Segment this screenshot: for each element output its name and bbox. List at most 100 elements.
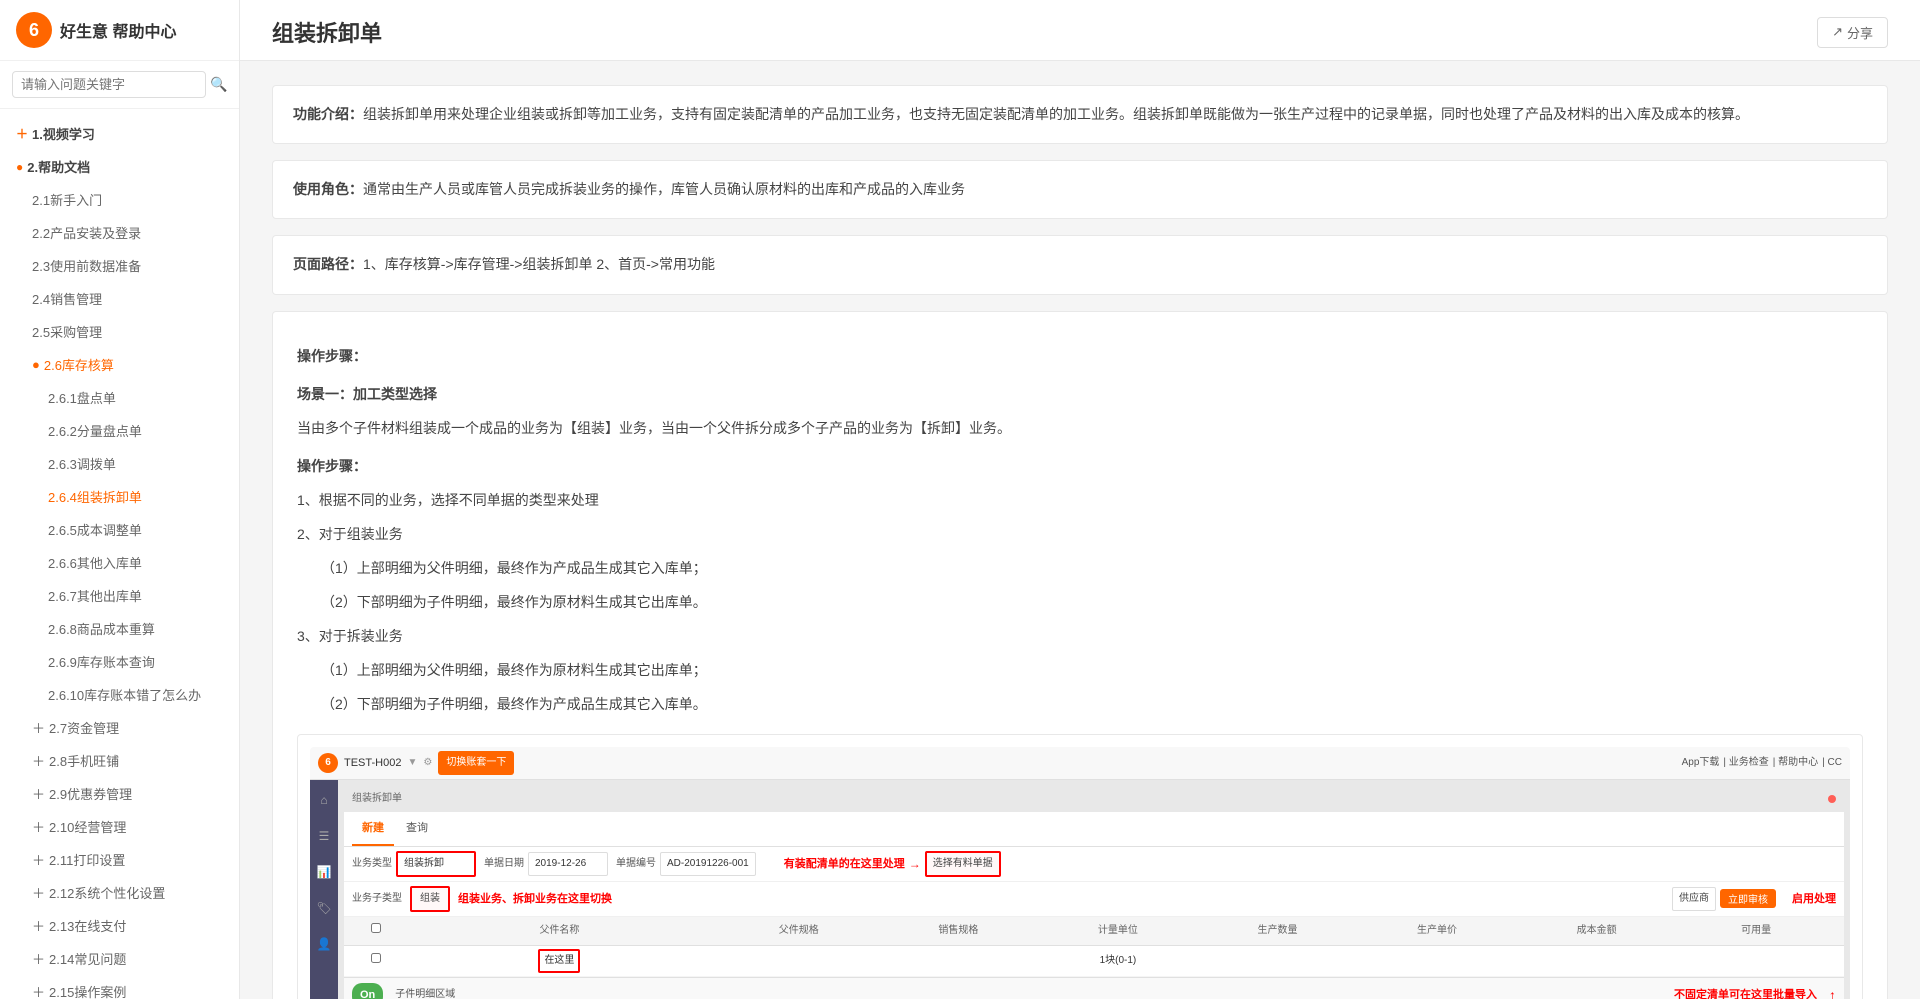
mock-form-area: 业务类型 组装拆卸 单据日期 2019-12-26 单据编号: [344, 847, 1844, 882]
mock-th-cost-amt: 成本金额: [1517, 921, 1677, 941]
mock-close-btn[interactable]: [1828, 795, 1836, 803]
mock-input-type[interactable]: 组装拆卸: [396, 851, 476, 877]
app-logo: 6: [16, 12, 52, 48]
mock-field-date: 单据日期 2019-12-26: [484, 852, 608, 876]
collapse-icon: ●: [16, 160, 23, 174]
path-text: 1、库存核算->库存管理->组装拆卸单 2、首页->常用功能: [363, 256, 715, 272]
mock-topbar: 6 TEST-H002 ▼ ⚙ 切换账套一下 App下载 | 业务检查 | 帮助…: [310, 747, 1850, 780]
steps-block: 操作步骤： 场景一：加工类型选择 当由多个子件材料组装成一个成品的业务为【组装】…: [272, 311, 1888, 999]
nav-tree: ＋ 1.视频学习 ● 2.帮助文档 2.1新手入门 2.2产品安装及登录 2.3…: [0, 109, 239, 999]
mock-tab-query[interactable]: 查询: [396, 812, 438, 846]
sidebar-item-newbie[interactable]: 2.1新手入门: [0, 183, 239, 216]
mock-highlight-btn: 选择有料单据: [925, 851, 1001, 877]
mock-row-checkbox: [352, 951, 400, 971]
step2-1: （1）上部明细为父件明细，最终作为产成品生成其它入库单；: [297, 554, 1863, 582]
mock-th-prod-price: 生产单价: [1357, 921, 1517, 941]
mock-upload-icon: ↑: [1829, 981, 1836, 999]
step2-2: （2）下部明细为子件明细，最终作为原材料生成其它出库单。: [297, 588, 1863, 616]
mock-arrow1: →: [909, 852, 921, 876]
mock-checkbox-all[interactable]: [371, 923, 381, 933]
page-title: 组装拆卸单: [272, 16, 382, 48]
sidebar: 6 好生意 帮助中心 🔍 ＋ 1.视频学习 ● 2.帮助文档 2.1新手入门 2…: [0, 0, 240, 999]
mock-th-prod-qty: 生产数量: [1198, 921, 1358, 941]
mock-input-date[interactable]: 2019-12-26: [528, 852, 608, 876]
share-button[interactable]: ↗ 分享: [1817, 17, 1888, 48]
sidebar-item-finance[interactable]: ＋ 2.7资金管理: [0, 711, 239, 744]
sidebar-item-stocktake[interactable]: 2.6.1盘点单: [0, 381, 239, 414]
mock-content-pane: 组装拆卸单 新建 查询: [338, 780, 1850, 999]
sidebar-item-faq[interactable]: ＋ 2.14常见问题: [0, 942, 239, 975]
sidebar-item-coupon[interactable]: ＋ 2.9优惠券管理: [0, 777, 239, 810]
mock-top-table-header: 父件名称 父件规格 销售规格 计量单位 生产数量 生产单价 成本金额 可用量: [344, 917, 1844, 946]
main-content: 功能介绍：组装拆卸单用来处理企业组装或拆卸等加工业务，支持有固定装配清单的产品加…: [240, 61, 1920, 999]
sidebar-item-stock-query[interactable]: 2.6.9库存账本查询: [0, 645, 239, 678]
mock-cell-unit: 1块(0-1): [1038, 951, 1198, 971]
mock-qiyong-input[interactable]: 供应商: [1672, 887, 1716, 911]
mock-label-num: 单据编号: [616, 854, 656, 874]
search-icon[interactable]: 🔍: [210, 76, 227, 93]
sidebar-item-custom[interactable]: ＋ 2.12系统个性化设置: [0, 876, 239, 909]
step2: 2、对于组装业务: [297, 520, 1863, 548]
sidebar-item-other-out[interactable]: 2.6.7其他出库单: [0, 579, 239, 612]
sidebar-item-sales[interactable]: 2.4销售管理: [0, 282, 239, 315]
mock-parent-name-field[interactable]: 在这里: [538, 949, 580, 973]
mock-subtype-btn[interactable]: 组装: [410, 886, 450, 912]
path-block: 页面路径：1、库存核算->库存管理->组装拆卸单 2、首页->常用功能: [272, 235, 1888, 294]
step3-1: （1）上部明细为父件明细，最终作为原材料生成其它出库单；: [297, 656, 1863, 684]
mock-icon-chart: 📊: [317, 860, 332, 884]
mock-tab-new[interactable]: 新建: [352, 812, 394, 846]
mock-th-sale-spec: 销售规格: [879, 921, 1039, 941]
collapse-icon-inventory: ●: [32, 357, 40, 372]
mock-window-area: ⌂ ☰ 📊 🏷 👤 组装拆: [310, 780, 1850, 999]
sidebar-item-ops[interactable]: ＋ 2.10经营管理: [0, 810, 239, 843]
main-header: 组装拆卸单 ↗ 分享: [240, 0, 1920, 61]
sidebar-item-transfer[interactable]: 2.6.3调拨单: [0, 447, 239, 480]
scene-title: 场景一：加工类型选择: [297, 380, 1863, 408]
mock-row-check[interactable]: [371, 953, 381, 963]
sidebar-item-split-stock[interactable]: 2.6.2分量盘点单: [0, 414, 239, 447]
sidebar-item-cost-calc[interactable]: 2.6.8商品成本重算: [0, 612, 239, 645]
main-area: 组装拆卸单 ↗ 分享 功能介绍：组装拆卸单用来处理企业组装或拆卸等加工业务，支持…: [240, 0, 1920, 999]
mock-annotation5: 不固定清单可在这里批量导入: [1674, 984, 1817, 999]
sidebar-item-cost-adjust[interactable]: 2.6.5成本调整单: [0, 513, 239, 546]
mock-label-type: 业务类型: [352, 854, 392, 874]
mock-nav-check: | 业务检查: [1723, 753, 1768, 773]
sidebar-item-cases[interactable]: ＋ 2.15操作案例: [0, 975, 239, 999]
mock-top-row-1: 在这里 1块(0-1): [344, 946, 1844, 977]
mock-sidebar-icons: ⌂ ☰ 📊 🏷 👤: [310, 780, 338, 999]
sidebar-item-print[interactable]: ＋ 2.11打印设置: [0, 843, 239, 876]
mock-window-controls: 组装拆卸单: [352, 789, 402, 809]
mock-qiyong-area: 供应商 立即审核: [1672, 887, 1776, 911]
sidebar-item-mobile[interactable]: ＋ 2.8手机旺铺: [0, 744, 239, 777]
sidebar-item-other-in[interactable]: 2.6.6其他入库单: [0, 546, 239, 579]
sidebar-item-payment[interactable]: ＋ 2.13在线支付: [0, 909, 239, 942]
mock-confirm-btn[interactable]: 立即审核: [1720, 889, 1776, 908]
sidebar-item-assembly[interactable]: 2.6.4组装拆卸单: [0, 480, 239, 513]
mock-logo: 6: [318, 753, 338, 773]
sidebar-item-data-prep[interactable]: 2.3使用前数据准备: [0, 249, 239, 282]
feature-intro-block: 功能介绍：组装拆卸单用来处理企业组装或拆卸等加工业务，支持有固定装配清单的产品加…: [272, 85, 1888, 144]
mock-nav-help: | 帮助中心: [1773, 753, 1818, 773]
search-input[interactable]: [12, 71, 206, 98]
mock-tabs: 新建 查询: [344, 812, 1844, 847]
sidebar-item-purchase[interactable]: 2.5采购管理: [0, 315, 239, 348]
mock-type-row: 业务子类型 组装 组装业务、拆卸业务在这里切换 供应商 立即审核 启用处理: [344, 882, 1844, 917]
share-icon: ↗: [1832, 24, 1843, 40]
mock-annotation4-area: 启用处理: [1792, 888, 1836, 910]
feature-intro-label: 功能介绍：: [293, 106, 363, 122]
sidebar-header: 6 好生意 帮助中心: [0, 0, 239, 61]
mock-top-table-area: 父件名称 父件规格 销售规格 计量单位 生产数量 生产单价 成本金额 可用量: [344, 917, 1844, 978]
mock-switch-btn[interactable]: 切换账套一下: [438, 751, 514, 775]
mock-input-num[interactable]: AD-20191226-001: [660, 852, 756, 876]
mock-field-num: 单据编号 AD-20191226-001: [616, 852, 756, 876]
sidebar-item-inventory[interactable]: ● 2.6库存核算: [0, 348, 239, 381]
sidebar-item-video[interactable]: ＋ 1.视频学习: [0, 117, 239, 150]
sidebar-item-stock-wrong[interactable]: 2.6.10库存账本错了怎么办: [0, 678, 239, 711]
sidebar-item-docs[interactable]: ● 2.帮助文档: [0, 150, 239, 183]
steps-title: 操作步骤：: [297, 452, 1863, 480]
mock-th-unit: 计量单位: [1038, 921, 1198, 941]
step1: 1、根据不同的业务，选择不同单据的类型来处理: [297, 486, 1863, 514]
sidebar-item-install[interactable]: 2.2产品安装及登录: [0, 216, 239, 249]
mock-label-subtype: 业务子类型: [352, 889, 402, 909]
mock-window-bar: 组装拆卸单: [344, 786, 1844, 812]
